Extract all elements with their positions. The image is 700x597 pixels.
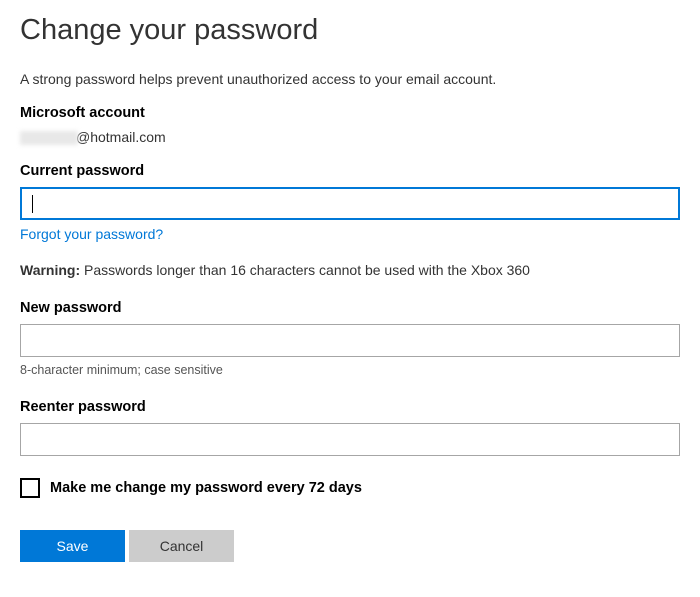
- redacted-username: [20, 131, 78, 145]
- warning-text: Warning: Passwords longer than 16 charac…: [20, 262, 680, 278]
- reenter-password-input[interactable]: [20, 423, 680, 456]
- warning-body: Passwords longer than 16 characters cann…: [80, 262, 530, 278]
- cancel-button[interactable]: Cancel: [129, 530, 234, 562]
- text-cursor: [32, 195, 33, 213]
- button-row: Save Cancel: [20, 530, 680, 562]
- account-label: Microsoft account: [20, 105, 680, 121]
- email-suffix: @hotmail.com: [76, 129, 166, 145]
- periodic-change-label: Make me change my password every 72 days: [50, 480, 362, 496]
- current-password-input[interactable]: [20, 187, 680, 220]
- save-button[interactable]: Save: [20, 530, 125, 562]
- warning-prefix: Warning:: [20, 262, 80, 278]
- periodic-change-checkbox[interactable]: [20, 478, 40, 498]
- intro-text: A strong password helps prevent unauthor…: [20, 71, 680, 87]
- current-password-label: Current password: [20, 163, 680, 179]
- new-password-input[interactable]: [20, 324, 680, 357]
- reenter-password-label: Reenter password: [20, 399, 680, 415]
- forgot-password-link[interactable]: Forgot your password?: [20, 226, 163, 242]
- periodic-change-checkbox-row[interactable]: Make me change my password every 72 days: [20, 478, 680, 498]
- new-password-label: New password: [20, 300, 680, 316]
- account-email: @hotmail.com: [20, 129, 680, 145]
- page-title: Change your password: [20, 14, 680, 47]
- new-password-hint: 8-character minimum; case sensitive: [20, 363, 680, 377]
